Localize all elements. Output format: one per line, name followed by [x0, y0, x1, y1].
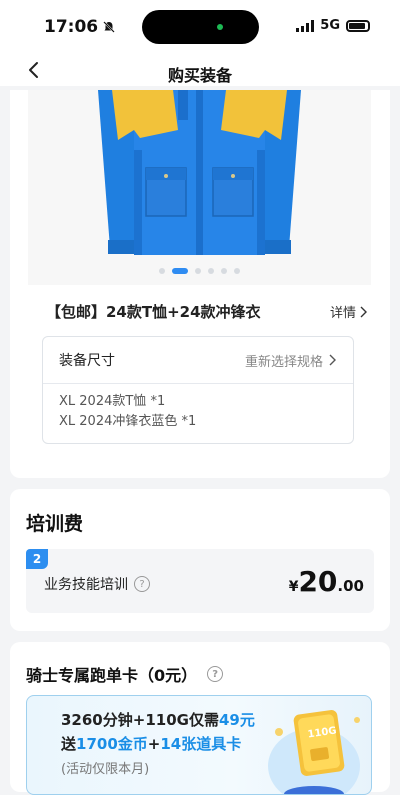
spec-item: XL 2024冲锋衣蓝色 *1 — [59, 414, 197, 429]
carousel-dot[interactable] — [221, 268, 227, 274]
question-icon[interactable]: ? — [134, 576, 150, 592]
signal-icon — [296, 19, 315, 32]
bell-mute-icon — [103, 21, 115, 33]
rider-card-title: 骑士专属跑单卡（0元） — [26, 666, 198, 685]
dynamic-island — [142, 10, 259, 44]
spec-title: 装备尺寸 — [59, 353, 115, 369]
carousel-dot-active[interactable] — [172, 268, 188, 274]
status-time-text: 17:06 — [44, 17, 99, 37]
product-card: 【包邮】24款T恤+24款冲锋衣 详情 装备尺寸 重新选择规格 XL 2024款… — [10, 90, 390, 478]
training-section-title: 培训费 — [26, 513, 84, 535]
product-title-row: 【包邮】24款T恤+24款冲锋衣 详情 — [46, 301, 368, 322]
fee-item-name: 业务技能培训 — [44, 577, 128, 593]
product-image-carousel[interactable] — [28, 90, 371, 285]
spec-header[interactable]: 装备尺寸 重新选择规格 — [43, 337, 353, 384]
rider-card-promo[interactable]: 3260分钟+110G仅需49元 送1700金币+14张道具卡 (活动仅限本月)… — [26, 695, 372, 795]
question-icon[interactable]: ? — [207, 666, 224, 682]
detail-link[interactable]: 详情 — [330, 302, 368, 321]
carousel-dots — [28, 268, 371, 274]
reselect-spec-label: 重新选择规格 — [244, 354, 323, 370]
carousel-dot[interactable] — [234, 268, 240, 274]
battery-icon — [346, 19, 370, 32]
detail-link-label: 详情 — [329, 306, 356, 321]
promo-coins: 1700金币 — [76, 735, 148, 753]
chevron-right-icon — [360, 306, 367, 317]
promo-line-1: 3260分钟+110G仅需49元 — [61, 709, 255, 730]
promo-line-2: 送1700金币+14张道具卡 — [61, 733, 241, 754]
promo-item-cards: 14张道具卡 — [160, 735, 242, 753]
status-indicators: 5G — [296, 18, 370, 33]
product-name: 【包邮】24款T恤+24款冲锋衣 — [46, 303, 261, 321]
promo-note: (活动仅限本月) — [61, 762, 150, 777]
spec-list: XL 2024款T恤 *1 XL 2024冲锋衣蓝色 *1 — [43, 384, 353, 432]
camera-indicator-icon — [217, 24, 223, 30]
carousel-dot[interactable] — [208, 268, 214, 274]
rider-card-title-row: 骑士专属跑单卡（0元） ? — [26, 662, 224, 686]
network-type: 5G — [320, 18, 340, 33]
reselect-spec-button[interactable]: 重新选择规格 — [245, 351, 337, 370]
carousel-dot[interactable] — [159, 268, 165, 274]
status-bar: 17:06 5G — [0, 0, 400, 56]
rider-card-section: 骑士专属跑单卡（0元） ? 3260分钟+110G仅需49元 送1700金币+1… — [10, 642, 390, 795]
price-integer: 20 — [298, 565, 338, 598]
nav-bar: 购买装备 — [0, 56, 400, 86]
training-fee-item: 2 业务技能培训 ? ¥ 20 .00 — [26, 549, 374, 613]
promo-text: 3260分钟+110G仅需 — [61, 711, 219, 729]
fee-price: ¥ 20 .00 — [289, 565, 364, 598]
promo-text: + — [147, 735, 161, 753]
sim-card-illustration: 110G — [268, 710, 360, 794]
promo-text: 送 — [61, 735, 77, 753]
spec-box: 装备尺寸 重新选择规格 XL 2024款T恤 *1 XL 2024冲锋衣蓝色 *… — [42, 336, 354, 444]
chevron-right-icon — [329, 354, 336, 366]
price-decimal: .00 — [337, 577, 364, 595]
status-time: 17:06 — [44, 17, 116, 37]
price-currency: ¥ — [288, 579, 299, 595]
spec-item: XL 2024款T恤 *1 — [59, 394, 166, 409]
jacket-image — [28, 90, 371, 285]
page-title: 购买装备 — [167, 66, 232, 85]
fee-index-badge: 2 — [26, 549, 48, 569]
training-fee-card: 培训费 2 业务技能培训 ? ¥ 20 .00 — [10, 489, 390, 631]
promo-price: 49元 — [218, 711, 255, 729]
fee-item-name-row: 业务技能培训 ? — [44, 574, 150, 594]
carousel-dot[interactable] — [195, 268, 201, 274]
